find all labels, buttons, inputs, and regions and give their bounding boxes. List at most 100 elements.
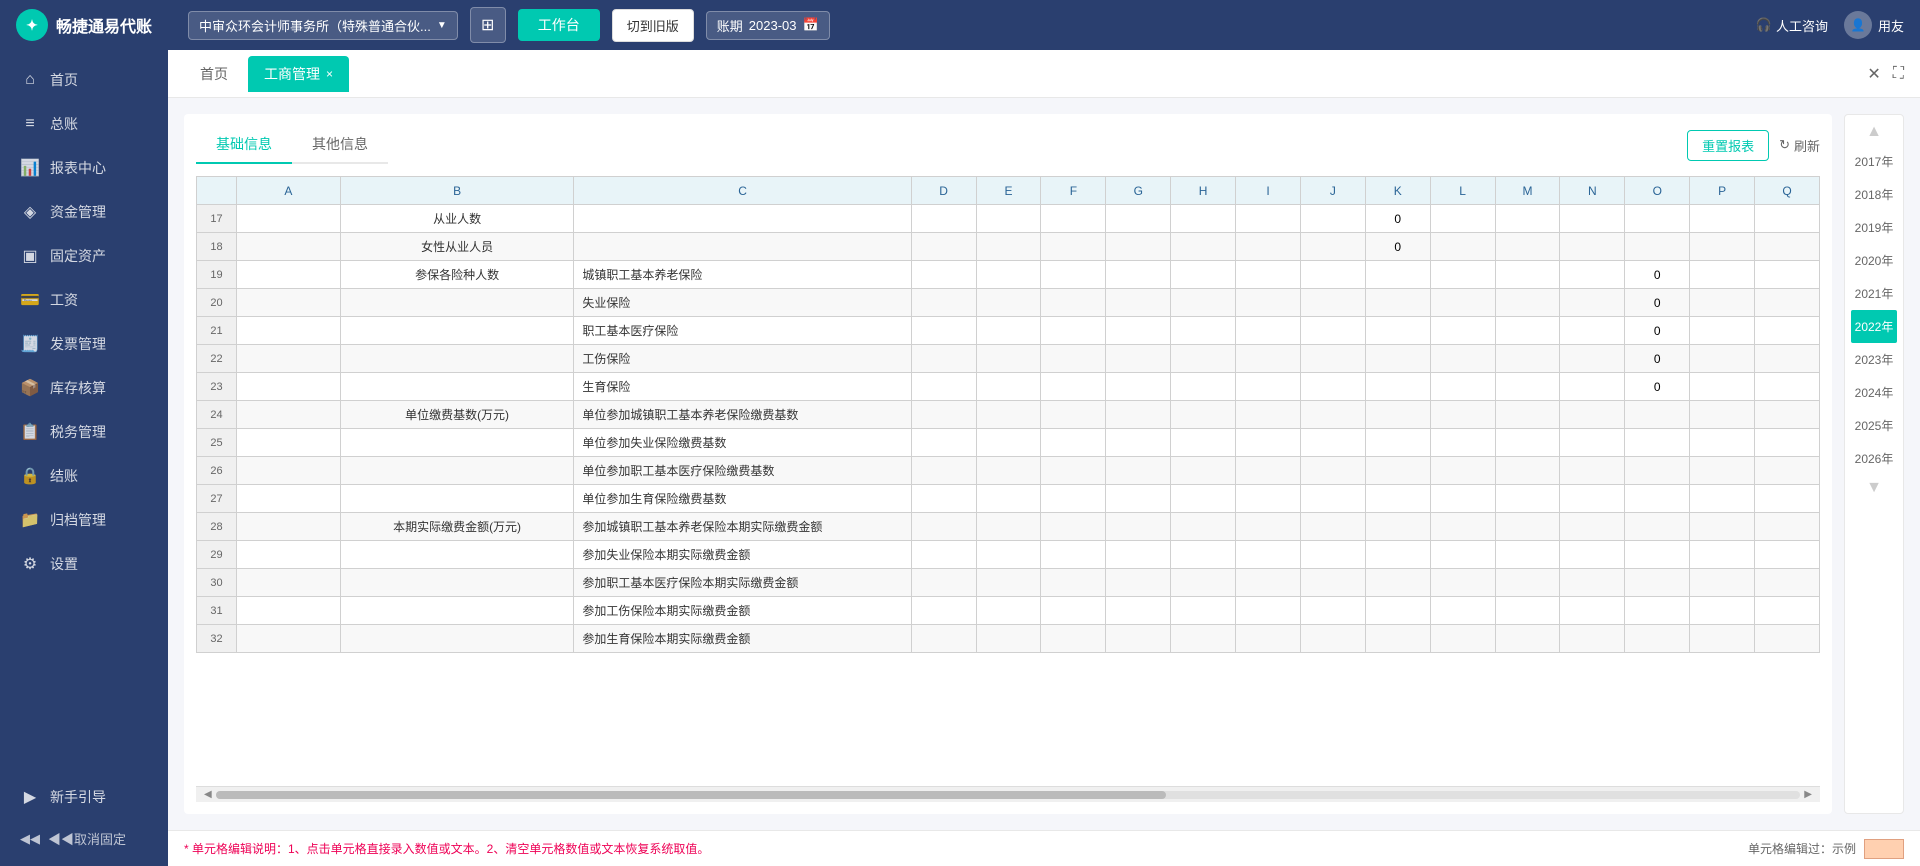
cell-empty[interactable] [1041,345,1106,373]
cell-empty[interactable] [911,401,976,429]
year-item[interactable]: 2023年 [1851,343,1898,376]
cell-k[interactable] [1365,401,1430,429]
cell-k[interactable] [1365,597,1430,625]
cell-p[interactable] [1690,261,1755,289]
cell-q[interactable] [1755,205,1820,233]
cell-n[interactable] [1560,317,1625,345]
cell-empty[interactable] [1106,345,1171,373]
cell-empty[interactable] [911,429,976,457]
cell-empty[interactable] [1106,429,1171,457]
cell-empty[interactable] [1106,541,1171,569]
cell-a[interactable] [237,345,341,373]
cell-empty[interactable] [1236,205,1301,233]
cell-empty[interactable] [1171,345,1236,373]
cell-m[interactable] [1495,289,1560,317]
cell-c[interactable] [574,205,911,233]
year-nav-down[interactable]: ▼ [1862,475,1886,501]
cell-l[interactable] [1430,625,1495,653]
cell-empty[interactable] [1106,373,1171,401]
cell-o[interactable] [1625,597,1690,625]
sidebar-item-finance[interactable]: ◈ 资金管理 [0,190,168,234]
tab-window-expand-btn[interactable]: ⛶ [1893,65,1904,83]
cell-c[interactable]: 职工基本医疗保险 [574,317,911,345]
cell-b[interactable]: 女性从业人员 [340,233,574,261]
ai-consult-button[interactable]: 🎧 人工咨询 [1756,16,1828,35]
cell-n[interactable] [1560,625,1625,653]
cell-empty[interactable] [976,401,1041,429]
cell-empty[interactable] [976,457,1041,485]
cell-empty[interactable] [911,373,976,401]
cell-o[interactable]: 0 [1625,373,1690,401]
cell-empty[interactable] [1236,457,1301,485]
spreadsheet-wrapper[interactable]: A B C D E F G H I J K L [196,176,1820,786]
cell-empty[interactable] [976,205,1041,233]
cell-n[interactable] [1560,401,1625,429]
cell-l[interactable] [1430,485,1495,513]
cell-k[interactable] [1365,345,1430,373]
cell-l[interactable] [1430,289,1495,317]
cell-empty[interactable] [1236,625,1301,653]
scroll-left-arrow[interactable]: ◀ [200,789,216,800]
cell-p[interactable] [1690,429,1755,457]
cell-empty[interactable] [1041,373,1106,401]
cell-a[interactable] [237,289,341,317]
cell-empty[interactable] [1236,401,1301,429]
cell-m[interactable] [1495,401,1560,429]
cell-empty[interactable] [1171,205,1236,233]
cell-empty[interactable] [1106,317,1171,345]
cell-empty[interactable] [911,597,976,625]
cell-empty[interactable] [1171,317,1236,345]
cell-empty[interactable] [1300,541,1365,569]
cell-empty[interactable] [1041,457,1106,485]
cell-a[interactable] [237,401,341,429]
cell-empty[interactable] [911,541,976,569]
cell-p[interactable] [1690,233,1755,261]
cell-empty[interactable] [1106,205,1171,233]
cell-q[interactable] [1755,485,1820,513]
tab-home[interactable]: 首页 [184,56,244,92]
cell-empty[interactable] [1171,233,1236,261]
cell-empty[interactable] [1236,345,1301,373]
cell-c[interactable]: 参加职工基本医疗保险本期实际缴费金额 [574,569,911,597]
cell-b[interactable] [340,597,574,625]
cell-empty[interactable] [1106,261,1171,289]
cell-b[interactable] [340,569,574,597]
cell-empty[interactable] [1041,401,1106,429]
refresh-button[interactable]: ↻ 刷新 [1779,136,1820,155]
copy-icon-btn[interactable]: ⊞ [470,7,506,43]
cell-empty[interactable] [1300,205,1365,233]
cell-empty[interactable] [1041,597,1106,625]
cell-m[interactable] [1495,205,1560,233]
cell-p[interactable] [1690,373,1755,401]
cell-k[interactable] [1365,485,1430,513]
cell-b[interactable] [340,289,574,317]
cell-n[interactable] [1560,289,1625,317]
cell-a[interactable] [237,625,341,653]
cell-a[interactable] [237,485,341,513]
cell-o[interactable] [1625,205,1690,233]
tab-other-info[interactable]: 其他信息 [292,126,388,164]
cell-p[interactable] [1690,205,1755,233]
cell-q[interactable] [1755,625,1820,653]
sidebar-pin-button[interactable]: ◀◀ ◀◀取消固定 [0,819,168,858]
cell-empty[interactable] [1236,429,1301,457]
cell-n[interactable] [1560,597,1625,625]
cell-empty[interactable] [1300,289,1365,317]
cell-m[interactable] [1495,569,1560,597]
cell-l[interactable] [1430,457,1495,485]
year-item[interactable]: 2018年 [1851,178,1898,211]
cell-o[interactable] [1625,625,1690,653]
cell-k[interactable]: 0 [1365,233,1430,261]
cell-empty[interactable] [1171,513,1236,541]
cell-empty[interactable] [911,625,976,653]
cell-k[interactable] [1365,429,1430,457]
cell-empty[interactable] [1041,569,1106,597]
sidebar-item-guide[interactable]: ▶ 新手引导 [0,775,168,819]
cell-empty[interactable] [911,345,976,373]
cell-empty[interactable] [911,205,976,233]
cell-k[interactable] [1365,625,1430,653]
cell-empty[interactable] [1171,569,1236,597]
cell-c[interactable]: 单位参加生育保险缴费基数 [574,485,911,513]
tab-basic-info[interactable]: 基础信息 [196,126,292,164]
year-item[interactable]: 2021年 [1851,277,1898,310]
